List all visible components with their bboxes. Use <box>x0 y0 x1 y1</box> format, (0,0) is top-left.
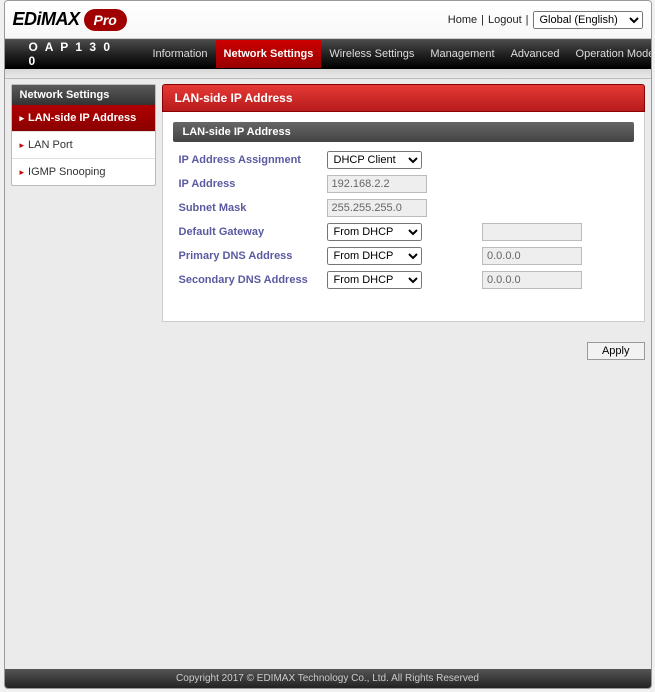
ip-address-input <box>327 175 427 193</box>
primary-dns-label: Primary DNS Address <box>173 244 323 268</box>
language-select[interactable]: Global (English) <box>533 11 643 29</box>
secondary-dns-input <box>482 271 582 289</box>
nav-management[interactable]: Management <box>422 40 502 68</box>
sidebar-heading: Network Settings <box>12 85 155 105</box>
sidebar-lan-port[interactable]: ▸ LAN Port <box>12 132 155 159</box>
home-link[interactable]: Home <box>448 14 477 26</box>
nav-network-settings[interactable]: Network Settings <box>216 40 322 68</box>
brand-name: EDiMAX <box>13 9 80 30</box>
ip-assignment-label: IP Address Assignment <box>173 148 323 172</box>
brand-logo: EDiMAX Pro <box>13 9 127 31</box>
top-sep: | <box>481 14 484 26</box>
apply-button[interactable]: Apply <box>587 342 645 360</box>
chevron-right-icon: ▸ <box>20 167 25 178</box>
logout-link[interactable]: Logout <box>488 14 522 26</box>
sidebar-item-label: LAN-side IP Address <box>28 112 136 124</box>
sidebar-item-label: IGMP Snooping <box>28 166 105 178</box>
section-title: LAN-side IP Address <box>173 122 634 142</box>
top-sep: | <box>526 14 529 26</box>
page-title: LAN-side IP Address <box>162 84 645 112</box>
primary-dns-mode-select[interactable]: From DHCP <box>327 247 422 265</box>
nav-advanced[interactable]: Advanced <box>503 40 568 68</box>
secondary-dns-mode-select[interactable]: From DHCP <box>327 271 422 289</box>
sidebar: Network Settings ▸ LAN-side IP Address ▸… <box>11 84 156 186</box>
gateway-label: Default Gateway <box>173 220 323 244</box>
sidebar-igmp[interactable]: ▸ IGMP Snooping <box>12 159 155 185</box>
device-model: O A P 1 3 0 0 <box>5 40 145 68</box>
secondary-dns-label: Secondary DNS Address <box>173 268 323 292</box>
chevron-right-icon: ▸ <box>20 113 25 124</box>
sidebar-lan-ip[interactable]: ▸ LAN-side IP Address <box>12 105 155 132</box>
subnet-mask-input <box>327 199 427 217</box>
gateway-input <box>482 223 582 241</box>
nav-bottom-strip <box>5 69 651 79</box>
sidebar-item-label: LAN Port <box>28 139 73 151</box>
form-table: IP Address Assignment DHCP Client IP Add… <box>173 148 634 292</box>
nav-wireless-settings[interactable]: Wireless Settings <box>321 40 422 68</box>
chevron-right-icon: ▸ <box>20 140 25 151</box>
gateway-mode-select[interactable]: From DHCP <box>327 223 422 241</box>
top-links: Home | Logout | Global (English) <box>448 11 643 29</box>
main-nav: O A P 1 3 0 0 Information Network Settin… <box>5 39 651 69</box>
main-panel: LAN-side IP Address LAN-side IP Address … <box>162 84 645 360</box>
nav-information[interactable]: Information <box>145 40 216 68</box>
top-bar: EDiMAX Pro Home | Logout | Global (Engli… <box>5 1 651 39</box>
footer: Copyright 2017 © EDIMAX Technology Co., … <box>5 669 651 688</box>
nav-operation-mode[interactable]: Operation Mode <box>568 40 652 68</box>
ip-assignment-select[interactable]: DHCP Client <box>327 151 422 169</box>
ip-address-label: IP Address <box>173 172 323 196</box>
brand-suffix: Pro <box>84 9 127 31</box>
subnet-mask-label: Subnet Mask <box>173 196 323 220</box>
primary-dns-input <box>482 247 582 265</box>
